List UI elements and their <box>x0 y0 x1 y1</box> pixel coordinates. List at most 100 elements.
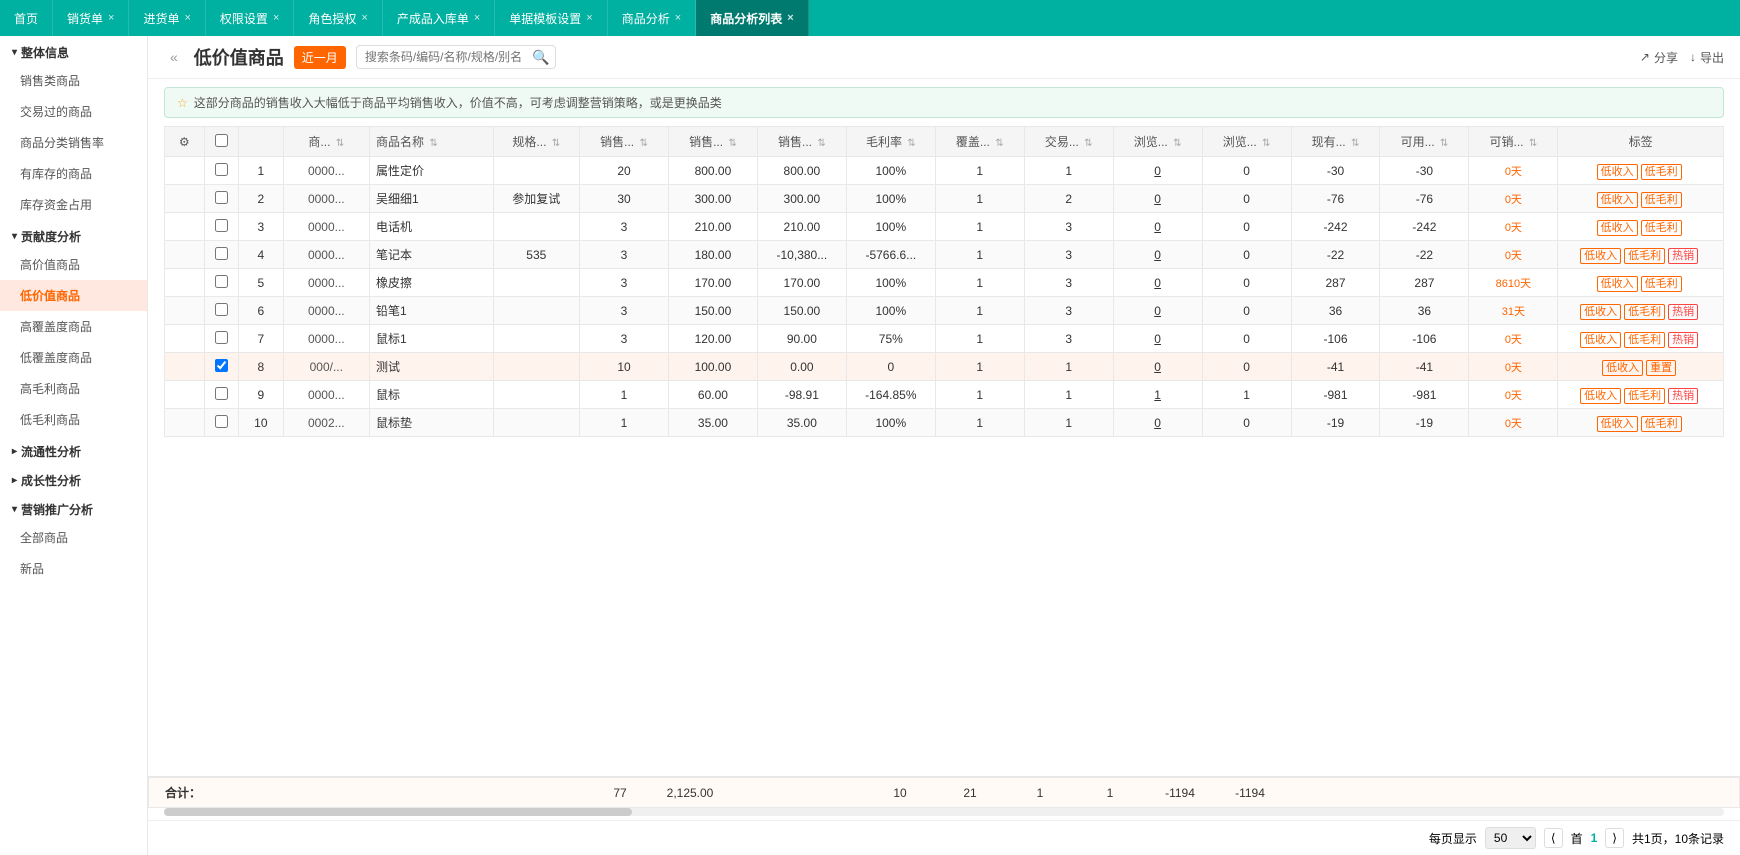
td-view1[interactable]: 0 <box>1113 213 1202 241</box>
nav-warehouse[interactable]: 产成品入库单 × <box>383 0 495 36</box>
th-salable[interactable]: 可销... ⇅ <box>1469 127 1558 157</box>
td-view1[interactable]: 0 <box>1113 157 1202 185</box>
td-check[interactable] <box>204 409 239 437</box>
th-code[interactable]: 商... ⇅ <box>283 127 369 157</box>
next-page-btn[interactable]: ⟩ <box>1605 828 1624 848</box>
sidebar-item-traded[interactable]: 交易过的商品 <box>0 96 147 127</box>
sidebar-item-low-coverage[interactable]: 低覆盖度商品 <box>0 342 147 373</box>
th-sale2[interactable]: 销售... ⇅ <box>668 127 757 157</box>
row-checkbox[interactable] <box>215 303 228 316</box>
search-input[interactable] <box>356 45 556 69</box>
td-check[interactable] <box>204 213 239 241</box>
td-view1[interactable]: 0 <box>1113 325 1202 353</box>
nav-analysis-list[interactable]: 商品分析列表 × <box>696 0 808 36</box>
td-check[interactable] <box>204 157 239 185</box>
page-size-select[interactable]: 50 100 200 <box>1485 827 1536 849</box>
sidebar-item-new-products[interactable]: 新品 <box>0 553 147 584</box>
th-sale1[interactable]: 销售... ⇅ <box>580 127 669 157</box>
td-view1[interactable]: 0 <box>1113 353 1202 381</box>
row-checkbox[interactable] <box>215 331 228 344</box>
td-view1[interactable]: 0 <box>1113 241 1202 269</box>
nav-role-close[interactable]: × <box>361 12 367 24</box>
th-current[interactable]: 现有... ⇅ <box>1291 127 1380 157</box>
nav-purchase[interactable]: 进货单 × <box>129 0 205 36</box>
nav-analysis[interactable]: 商品分析 × <box>608 0 696 36</box>
nav-template[interactable]: 单据模板设置 × <box>495 0 607 36</box>
h-scrollbar[interactable] <box>164 808 1724 816</box>
row-checkbox[interactable] <box>215 415 228 428</box>
td-view1[interactable]: 0 <box>1113 297 1202 325</box>
td-check[interactable] <box>204 381 239 409</box>
share-button[interactable]: ↗ 分享 <box>1640 49 1678 66</box>
td-usable: -19 <box>1380 409 1469 437</box>
sidebar-group-growth[interactable]: ▸ 成长性分析 <box>0 464 147 493</box>
nav-template-close[interactable]: × <box>586 12 592 24</box>
row-checkbox[interactable] <box>215 359 228 372</box>
nav-permission-close[interactable]: × <box>273 12 279 24</box>
th-name[interactable]: 商品名称 ⇅ <box>370 127 494 157</box>
row-checkbox[interactable] <box>215 387 228 400</box>
sidebar-item-low-margin[interactable]: 低毛利商品 <box>0 404 147 435</box>
nav-sales-close[interactable]: × <box>108 12 114 24</box>
sidebar-item-sales-products[interactable]: 销售类商品 <box>0 65 147 96</box>
th-sale3[interactable]: 销售... ⇅ <box>757 127 846 157</box>
sidebar-item-stock-products[interactable]: 有库存的商品 <box>0 158 147 189</box>
td-view1[interactable]: 1 <box>1113 381 1202 409</box>
nav-home[interactable]: 首页 <box>0 0 53 36</box>
th-margin[interactable]: 毛利率 ⇅ <box>846 127 935 157</box>
nav-sales[interactable]: 销货单 × <box>53 0 129 36</box>
td-view1[interactable]: 0 <box>1113 185 1202 213</box>
td-view1[interactable]: 0 <box>1113 269 1202 297</box>
td-view1[interactable]: 0 <box>1113 409 1202 437</box>
row-checkbox[interactable] <box>215 275 228 288</box>
sidebar-item-high-margin[interactable]: 高毛利商品 <box>0 373 147 404</box>
sidebar-item-high-coverage[interactable]: 高覆盖度商品 <box>0 311 147 342</box>
th-view1[interactable]: 浏览... ⇅ <box>1113 127 1202 157</box>
sidebar-item-all-products[interactable]: 全部商品 <box>0 522 147 553</box>
first-page-btn[interactable]: ⟨ <box>1544 828 1563 848</box>
td-check[interactable] <box>204 325 239 353</box>
sidebar-item-high-value[interactable]: 高价值商品 <box>0 249 147 280</box>
td-gear <box>165 185 205 213</box>
td-check[interactable] <box>204 353 239 381</box>
footer-view2: 1 <box>1075 786 1145 800</box>
sidebar-collapse-btn[interactable]: « <box>164 49 184 65</box>
nav-analysis-list-close[interactable]: × <box>787 12 793 24</box>
select-all-checkbox[interactable] <box>215 134 228 147</box>
sidebar-item-low-value[interactable]: 低价值商品 <box>0 280 147 311</box>
row-checkbox[interactable] <box>215 163 228 176</box>
sidebar-group-marketing[interactable]: ▾ 营销推广分析 <box>0 493 147 522</box>
th-trade[interactable]: 交易... ⇅ <box>1024 127 1113 157</box>
td-tag: 低收入低毛利 <box>1558 409 1724 437</box>
row-checkbox[interactable] <box>215 219 228 232</box>
th-gear[interactable]: ⚙ <box>165 127 205 157</box>
th-cover[interactable]: 覆盖... ⇅ <box>935 127 1024 157</box>
export-button[interactable]: ↓ 导出 <box>1690 49 1724 66</box>
nav-analysis-close[interactable]: × <box>675 12 681 24</box>
td-sale2: 100.00 <box>668 353 757 381</box>
sidebar-item-stock-funds[interactable]: 库存资金占用 <box>0 189 147 220</box>
sidebar-group-overview[interactable]: ▾ 整体信息 <box>0 36 147 65</box>
th-spec[interactable]: 规格... ⇅ <box>493 127 579 157</box>
page-header: « 低价值商品 近一月 🔍 ↗ 分享 ↓ 导出 <box>148 36 1740 79</box>
row-checkbox[interactable] <box>215 247 228 260</box>
nav-purchase-close[interactable]: × <box>184 12 190 24</box>
sidebar-item-category-rate[interactable]: 商品分类销售率 <box>0 127 147 158</box>
td-check[interactable] <box>204 241 239 269</box>
sidebar-group-flow[interactable]: ▸ 流通性分析 <box>0 435 147 464</box>
th-usable[interactable]: 可用... ⇅ <box>1380 127 1469 157</box>
row-checkbox[interactable] <box>215 191 228 204</box>
td-check[interactable] <box>204 269 239 297</box>
th-view2[interactable]: 浏览... ⇅ <box>1202 127 1291 157</box>
nav-permission[interactable]: 权限设置 × <box>206 0 294 36</box>
scrollbar-thumb[interactable] <box>164 808 632 816</box>
td-check[interactable] <box>204 297 239 325</box>
search-icon[interactable]: 🔍 <box>532 49 549 66</box>
nav-warehouse-close[interactable]: × <box>474 12 480 24</box>
sidebar-group-contribution[interactable]: ▾ 贡献度分析 <box>0 220 147 249</box>
nav-role[interactable]: 角色授权 × <box>294 0 382 36</box>
td-check[interactable] <box>204 185 239 213</box>
th-check[interactable] <box>204 127 239 157</box>
page-title: 低价值商品 <box>194 44 284 70</box>
filter-recent-month[interactable]: 近一月 <box>294 46 346 69</box>
